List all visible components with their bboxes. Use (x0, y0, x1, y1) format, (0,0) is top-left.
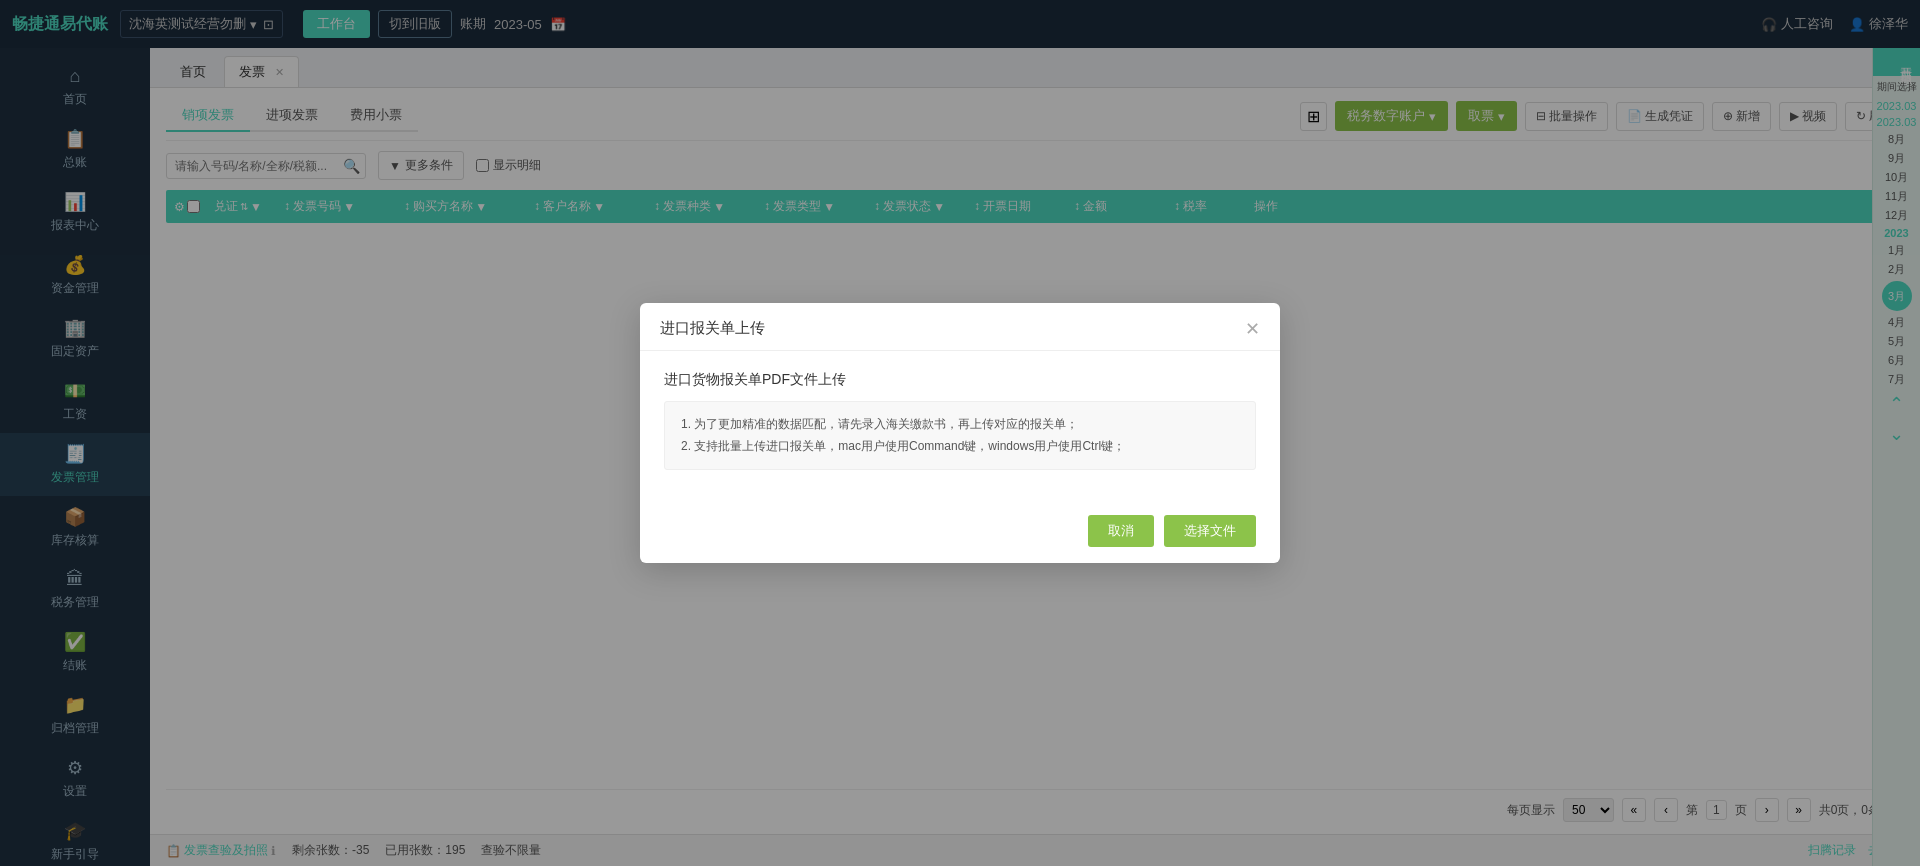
modal-close-button[interactable]: ✕ (1245, 320, 1260, 338)
modal-body: 进口货物报关单PDF文件上传 1. 为了更加精准的数据匹配，请先录入海关缴款书，… (640, 351, 1280, 499)
modal-title: 进口报关单上传 (660, 319, 765, 338)
import-customs-modal: 进口报关单上传 ✕ 进口货物报关单PDF文件上传 1. 为了更加精准的数据匹配，… (640, 303, 1280, 563)
modal-footer: 取消 选择文件 (640, 499, 1280, 563)
notice-box: 1. 为了更加精准的数据匹配，请先录入海关缴款书，再上传对应的报关单； 2. 支… (664, 401, 1256, 470)
modal-cancel-button[interactable]: 取消 (1088, 515, 1154, 547)
modal-overlay: 进口报关单上传 ✕ 进口货物报关单PDF文件上传 1. 为了更加精准的数据匹配，… (0, 0, 1920, 866)
notice-item-1: 1. 为了更加精准的数据匹配，请先录入海关缴款书，再上传对应的报关单； (681, 414, 1239, 436)
modal-select-file-button[interactable]: 选择文件 (1164, 515, 1256, 547)
file-upload-title: 进口货物报关单PDF文件上传 (664, 371, 1256, 389)
notice-item-2: 2. 支持批量上传进口报关单，mac用户使用Command键，windows用户… (681, 436, 1239, 458)
modal-header: 进口报关单上传 ✕ (640, 303, 1280, 351)
